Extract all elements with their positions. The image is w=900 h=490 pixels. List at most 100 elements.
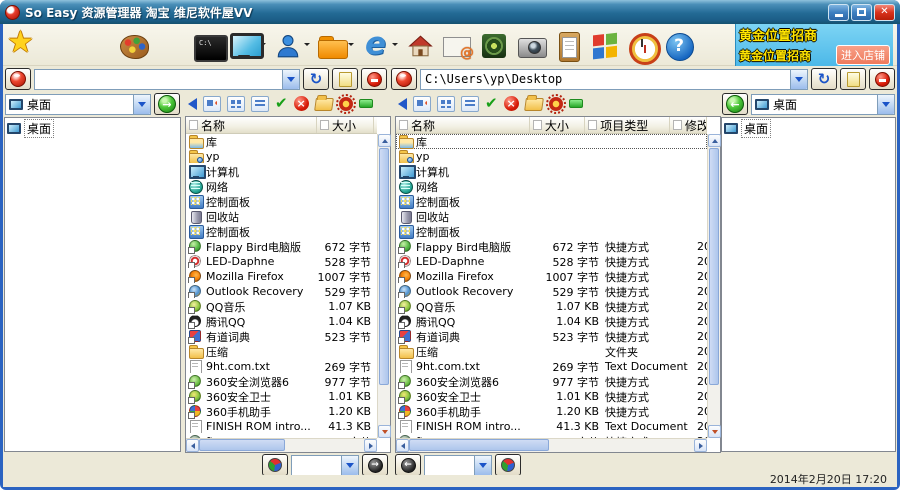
file-row[interactable]: 库 xyxy=(186,134,377,149)
file-row[interactable]: 计算机 xyxy=(396,164,707,179)
file-row[interactable]: FINISH ROM intro... 41.3 KB Text Document 2… xyxy=(396,419,707,434)
dropdown-arrow-icon[interactable] xyxy=(392,42,398,49)
email-toolbar-button[interactable] xyxy=(442,28,474,62)
view-grid-button[interactable] xyxy=(227,95,245,112)
file-row[interactable]: 腾讯QQ 1.04 KB 快捷方式 2013-1 xyxy=(396,314,707,329)
cancel-icon[interactable]: × xyxy=(503,96,519,111)
open-folder-icon[interactable] xyxy=(313,98,334,111)
right-address-dropdown-button[interactable] xyxy=(790,69,807,89)
left-refresh-button[interactable]: ↻ xyxy=(303,68,329,90)
favorites-toolbar-button[interactable] xyxy=(7,27,37,62)
column-header-modified[interactable]: 修改 xyxy=(670,117,707,133)
view-icons-button[interactable] xyxy=(413,95,431,112)
scroll-thumb[interactable] xyxy=(709,148,719,386)
scroll-right-button[interactable] xyxy=(364,439,377,452)
scroll-up-button[interactable] xyxy=(378,134,391,147)
terminal-toolbar-button[interactable] xyxy=(192,28,228,62)
file-row[interactable]: Outlook Recovery 529 字节 xyxy=(186,284,377,299)
confirm-icon[interactable]: ✔ xyxy=(485,96,498,111)
right-horizontal-scrollbar[interactable] xyxy=(396,438,707,452)
left-tree-dropdown-button[interactable] xyxy=(133,94,150,114)
left-panel-bottom-combobox[interactable] xyxy=(291,454,359,476)
scroll-left-button[interactable] xyxy=(396,439,409,452)
edit-toolbar-button[interactable] xyxy=(81,28,111,62)
file-row[interactable]: Mozilla Firefox 1007 字节快捷方式 2013-1 xyxy=(396,269,707,284)
file-row[interactable]: Flappy Bird电脑版 672 字节 xyxy=(186,239,377,254)
file-row[interactable]: 网络 xyxy=(396,179,707,194)
right-panel-color-button[interactable] xyxy=(495,454,521,476)
right-go-button[interactable] xyxy=(391,68,417,90)
file-row[interactable]: 控制面板 xyxy=(186,224,377,239)
scroll-thumb[interactable] xyxy=(199,439,285,451)
settings-gear-icon[interactable] xyxy=(545,93,566,114)
file-row[interactable]: 360手机助手 1.20 KB 快捷方式 2014-0 xyxy=(396,404,707,419)
display-toolbar-button[interactable] xyxy=(229,28,266,62)
right-tree-dropdown-button[interactable] xyxy=(877,94,894,114)
transfer-left-button[interactable]: ← xyxy=(395,454,421,476)
messenger-toolbar-button[interactable] xyxy=(273,28,310,62)
file-row[interactable]: 回收站 xyxy=(186,209,377,224)
minimize-button[interactable] xyxy=(828,3,849,21)
transfer-right-button[interactable]: → xyxy=(362,454,388,476)
file-row[interactable]: yp xyxy=(186,149,377,164)
enter-shop-button[interactable]: 进入店铺 xyxy=(836,45,890,65)
right-address-combobox[interactable]: C:\Users\yp\Desktop xyxy=(420,68,808,90)
left-address-dropdown-button[interactable] xyxy=(282,69,299,89)
dropdown-button[interactable] xyxy=(341,455,358,475)
left-tree-go-button[interactable]: → xyxy=(154,93,180,115)
media-document-toolbar-button[interactable] xyxy=(155,28,185,62)
file-row[interactable]: 9ht.com.txt 269 字节 Text Document 2014-0 xyxy=(396,359,707,374)
file-row[interactable]: 360安全卫士 1.01 KB xyxy=(186,389,377,404)
file-row[interactable]: FINISH ROM intro... 41.3 KB xyxy=(186,419,377,434)
file-row[interactable]: 网络 xyxy=(186,179,377,194)
cancel-icon[interactable]: × xyxy=(293,96,309,111)
view-icons-button[interactable] xyxy=(203,95,221,112)
file-row[interactable]: 腾讯QQ 1.04 KB xyxy=(186,314,377,329)
file-row[interactable]: Outlook Recovery 529 字节快捷方式 2014-0 xyxy=(396,284,707,299)
file-row[interactable]: 360安全卫士 1.01 KB 快捷方式 2013-1 xyxy=(396,389,707,404)
file-row[interactable]: 有道词典 523 字节 xyxy=(186,329,377,344)
promo-row-1[interactable]: 黄金位置招商 xyxy=(736,24,893,45)
file-row[interactable]: 回收站 xyxy=(396,209,707,224)
file-row[interactable]: 360安全浏览器6 977 字节 xyxy=(186,374,377,389)
left-address-combobox[interactable] xyxy=(34,68,300,90)
file-row[interactable]: 控制面板 xyxy=(396,224,707,239)
file-row[interactable]: Mozilla Firefox 1007 字节 xyxy=(186,269,377,284)
right-stop-button[interactable] xyxy=(869,68,895,90)
file-row[interactable]: LED-Daphne 528 字节快捷方式 2014-0 xyxy=(396,254,707,269)
left-tree-selector[interactable]: 桌面 xyxy=(5,93,151,115)
column-header-type[interactable]: 项目类型 xyxy=(585,117,670,133)
view-details-button[interactable] xyxy=(461,95,479,112)
column-header-size[interactable]: 大小 xyxy=(530,117,586,133)
left-panel-color-button[interactable] xyxy=(262,454,288,476)
file-row[interactable]: 360安全浏览器6 977 字节快捷方式 2014-0 xyxy=(396,374,707,389)
dropdown-arrow-icon[interactable] xyxy=(304,42,310,49)
left-new-button[interactable] xyxy=(332,68,358,90)
titlebar[interactable]: So Easy 资源管理器 淘宝 维尼软件屋VV ✕ xyxy=(0,0,900,24)
right-panel-bottom-combobox[interactable] xyxy=(424,454,492,476)
file-row[interactable]: yp xyxy=(396,149,707,164)
left-go-button[interactable] xyxy=(5,68,31,90)
right-tree-selector[interactable]: 桌面 xyxy=(751,93,895,115)
back-icon[interactable] xyxy=(398,97,407,110)
right-refresh-button[interactable]: ↻ xyxy=(811,68,837,90)
scroll-thumb[interactable] xyxy=(379,148,389,386)
clipboard-toolbar-button[interactable] xyxy=(553,28,583,62)
maximize-button[interactable] xyxy=(851,3,872,21)
file-row[interactable]: 压缩 文件夹 2014-0 xyxy=(396,344,707,359)
dropdown-arrow-icon[interactable] xyxy=(348,42,354,49)
video-toolbar-button[interactable] xyxy=(479,28,509,62)
alarm-clock-toolbar-button[interactable] xyxy=(627,28,661,65)
folder-toolbar-button[interactable] xyxy=(317,28,354,62)
right-new-button[interactable] xyxy=(840,68,866,90)
column-header-name[interactable]: 名称 xyxy=(186,117,317,133)
file-row[interactable]: LED-Daphne 528 字节 xyxy=(186,254,377,269)
camera-toolbar-button[interactable] xyxy=(516,28,547,62)
file-row[interactable]: QQ音乐 1.07 KB xyxy=(186,299,377,314)
view-grid-button[interactable] xyxy=(437,95,455,112)
file-row[interactable]: 有道词典 523 字节快捷方式 2014-0 xyxy=(396,329,707,344)
scroll-down-button[interactable] xyxy=(378,425,391,438)
file-row[interactable]: 控制面板 xyxy=(186,194,377,209)
file-row[interactable]: 控制面板 xyxy=(396,194,707,209)
file-row[interactable]: Flappy Bird电脑版 672 字节快捷方式 2014-0 xyxy=(396,239,707,254)
